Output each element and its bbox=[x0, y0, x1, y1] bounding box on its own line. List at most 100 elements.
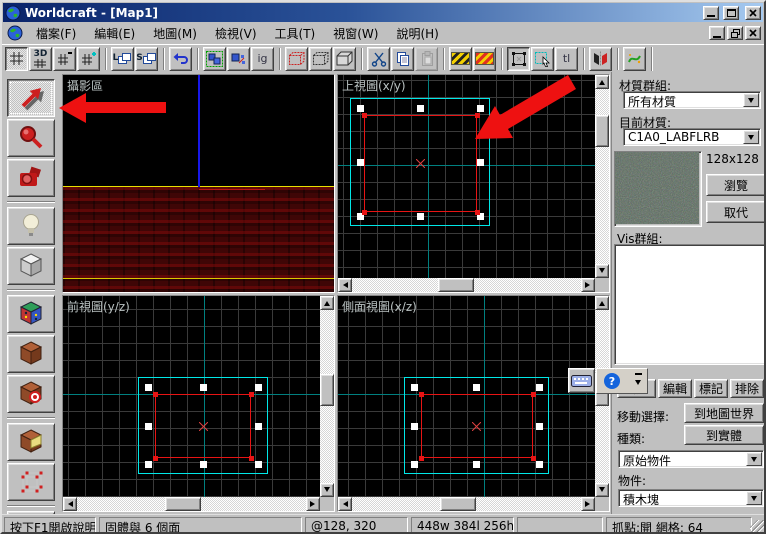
ignore-groups-button[interactable]: ig bbox=[251, 46, 274, 71]
chevron-down-icon[interactable] bbox=[746, 491, 762, 505]
copy-button[interactable] bbox=[391, 46, 414, 71]
mdi-restore-button[interactable] bbox=[727, 26, 743, 40]
visgroup-exclude-button[interactable]: 排除 bbox=[730, 379, 764, 398]
selection-handle[interactable] bbox=[536, 423, 543, 430]
visgroup-list[interactable] bbox=[614, 244, 764, 365]
current-texture-select[interactable]: C1A0_LABFLRB bbox=[623, 128, 761, 146]
cut-button[interactable] bbox=[367, 46, 390, 71]
scroll-up-button[interactable] bbox=[595, 75, 609, 89]
selection-handle[interactable] bbox=[411, 461, 418, 468]
menu-view[interactable]: 檢視(V) bbox=[206, 23, 266, 44]
side-viewport-canvas[interactable]: 側面視圖(x/z) bbox=[338, 296, 595, 497]
load-window-state-button[interactable]: L bbox=[111, 46, 134, 71]
scrollbar-thumb[interactable] bbox=[320, 374, 334, 406]
vertex-tool-button[interactable] bbox=[7, 463, 55, 501]
group-button[interactable] bbox=[203, 46, 226, 71]
visgroup-edit-button[interactable]: 編輯 bbox=[658, 379, 692, 398]
selection-handle[interactable] bbox=[255, 461, 262, 468]
texture-group-select[interactable]: 所有材質 bbox=[623, 91, 761, 109]
menu-help[interactable]: 說明(H) bbox=[387, 23, 447, 44]
undo-button[interactable] bbox=[169, 46, 192, 71]
scroll-right-button[interactable] bbox=[581, 278, 595, 292]
scroll-up-button[interactable] bbox=[320, 296, 334, 310]
horizontal-scrollbar[interactable] bbox=[338, 497, 595, 511]
scrollbar-thumb[interactable] bbox=[438, 278, 474, 292]
hide-unselected-button[interactable] bbox=[309, 46, 332, 71]
smaller-grid-button[interactable] bbox=[53, 46, 76, 71]
texture-lock-button[interactable]: tl bbox=[555, 46, 578, 71]
mdi-window-icon[interactable] bbox=[7, 25, 23, 41]
scrollbar-thumb[interactable] bbox=[165, 497, 201, 511]
3d-floor-brush[interactable] bbox=[63, 186, 334, 292]
scroll-left-button[interactable] bbox=[63, 497, 77, 511]
hide-selected-button[interactable] bbox=[285, 46, 308, 71]
selection-handle[interactable] bbox=[255, 423, 262, 430]
mdi-minimize-button[interactable] bbox=[709, 26, 725, 40]
horizontal-scrollbar[interactable] bbox=[338, 278, 595, 292]
chevron-down-icon[interactable] bbox=[743, 93, 759, 107]
move-to-entity-button[interactable]: 到實體 bbox=[684, 425, 764, 445]
selection-handle[interactable] bbox=[357, 105, 364, 112]
category-select[interactable]: 原始物件 bbox=[618, 450, 764, 468]
selection-handle[interactable] bbox=[477, 159, 484, 166]
browse-button[interactable]: 瀏覽 bbox=[706, 174, 764, 196]
entity-tool-button[interactable] bbox=[7, 207, 55, 245]
menu-map[interactable]: 地圖(M) bbox=[144, 23, 206, 44]
menu-tools[interactable]: 工具(T) bbox=[266, 23, 325, 44]
menu-file[interactable]: 檔案(F) bbox=[27, 23, 85, 44]
selection-handle[interactable] bbox=[200, 461, 207, 468]
selection-handle[interactable] bbox=[417, 105, 424, 112]
ungroup-button[interactable] bbox=[227, 46, 250, 71]
scroll-down-button[interactable] bbox=[320, 483, 334, 497]
maximize-button[interactable] bbox=[723, 5, 739, 20]
scroll-right-button[interactable] bbox=[581, 497, 595, 511]
auto-select-button[interactable] bbox=[531, 46, 554, 71]
minimize-button[interactable] bbox=[703, 5, 719, 20]
scroll-left-button[interactable] bbox=[338, 278, 352, 292]
larger-grid-button[interactable] bbox=[77, 46, 100, 71]
scroll-down-button[interactable] bbox=[595, 264, 609, 278]
selection-handle[interactable] bbox=[411, 423, 418, 430]
resize-grip[interactable] bbox=[750, 520, 764, 532]
object-select[interactable]: 積木塊 bbox=[618, 489, 764, 507]
scroll-left-button[interactable] bbox=[338, 497, 352, 511]
show-hidden-button[interactable] bbox=[333, 46, 356, 71]
replace-button[interactable]: 取代 bbox=[706, 201, 764, 223]
scrollbar-thumb[interactable] bbox=[595, 115, 609, 147]
scroll-right-button[interactable] bbox=[306, 497, 320, 511]
palette-grip[interactable] bbox=[631, 370, 645, 392]
cordon-bounds-button[interactable] bbox=[449, 46, 472, 71]
selection-handle[interactable] bbox=[255, 384, 262, 391]
selection-tool-button[interactable] bbox=[7, 79, 55, 117]
move-to-world-button[interactable]: 到地圖世界 bbox=[684, 403, 764, 423]
keyboard-shortcuts-button[interactable] bbox=[568, 368, 595, 393]
close-button[interactable] bbox=[745, 5, 761, 20]
selection-handle[interactable] bbox=[536, 384, 543, 391]
horizontal-scrollbar[interactable] bbox=[63, 497, 320, 511]
flip-faces-button[interactable] bbox=[589, 46, 612, 71]
vertical-scrollbar[interactable] bbox=[320, 296, 334, 497]
selection-handle[interactable] bbox=[477, 105, 484, 112]
help-icon[interactable]: ? bbox=[604, 373, 620, 389]
selection-handle[interactable] bbox=[473, 384, 480, 391]
cordon-toggle-button[interactable] bbox=[473, 46, 496, 71]
clipping-tool-button[interactable] bbox=[7, 423, 55, 461]
selection-handle[interactable] bbox=[417, 213, 424, 220]
toggle-3d-grid-button[interactable]: 3D bbox=[29, 46, 52, 71]
selection-handle[interactable] bbox=[473, 461, 480, 468]
selection-handle[interactable] bbox=[536, 461, 543, 468]
chevron-down-icon[interactable] bbox=[746, 452, 762, 466]
texture-application-tool-button[interactable] bbox=[7, 295, 55, 333]
vertical-scrollbar[interactable] bbox=[595, 75, 609, 278]
selection-handle[interactable] bbox=[200, 384, 207, 391]
mdi-close-button[interactable] bbox=[745, 26, 761, 40]
camera-tool-button[interactable] bbox=[7, 159, 55, 197]
menu-window[interactable]: 視窗(W) bbox=[324, 23, 387, 44]
magnify-tool-button[interactable] bbox=[7, 119, 55, 157]
vertical-scrollbar[interactable] bbox=[595, 296, 609, 497]
selection-handle[interactable] bbox=[357, 159, 364, 166]
scroll-down-button[interactable] bbox=[595, 483, 609, 497]
front-viewport-canvas[interactable]: 前視圖(y/z) bbox=[63, 296, 320, 497]
decal-tool-button[interactable] bbox=[7, 375, 55, 413]
scroll-up-button[interactable] bbox=[595, 296, 609, 310]
